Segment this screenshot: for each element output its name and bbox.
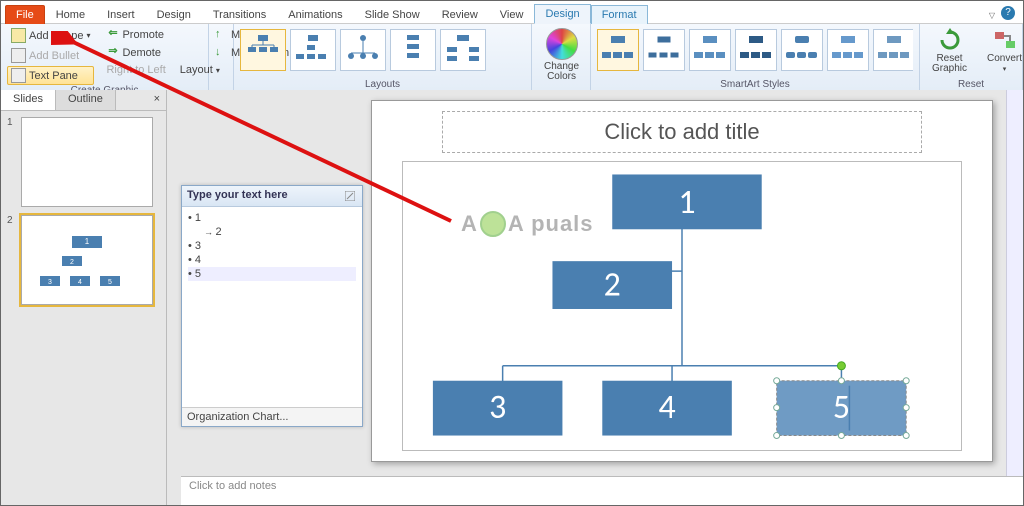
convert-icon <box>993 28 1017 52</box>
slide-mini <box>21 117 153 207</box>
tab-home[interactable]: Home <box>45 5 96 24</box>
notes-pane[interactable]: Click to add notes <box>181 476 1023 505</box>
side-close-button[interactable]: × <box>148 90 166 110</box>
text-pane-list[interactable]: 1 2 3 4 5 <box>182 211 362 281</box>
layouts-gallery[interactable] <box>240 26 486 74</box>
tab-smartart-format[interactable]: Format <box>591 5 648 24</box>
text-pane-close-icon[interactable] <box>343 189 357 203</box>
side-tabs: Slides Outline × <box>1 90 166 111</box>
svg-text:5: 5 <box>108 279 112 286</box>
tab-transitions[interactable]: Transitions <box>202 5 277 24</box>
tab-smartart-design[interactable]: Design <box>534 4 590 24</box>
layout-thumb[interactable] <box>390 29 436 71</box>
svg-text:4: 4 <box>78 279 82 286</box>
svg-text:3: 3 <box>489 387 506 428</box>
style-thumb[interactable] <box>781 29 823 71</box>
demote-button[interactable]: ⇒Demote <box>102 44 223 61</box>
add-shape-icon <box>11 28 26 43</box>
body-area: Slides Outline × 1 2 <box>1 90 1023 505</box>
convert-button[interactable]: Convert ▾ <box>981 26 1024 77</box>
vertical-scrollbar[interactable] <box>1006 90 1023 505</box>
svg-text:1: 1 <box>678 182 695 223</box>
arrow-down-icon: ↓ <box>215 46 228 59</box>
promote-button[interactable]: ⇐Promote <box>102 26 223 43</box>
style-thumb[interactable] <box>827 29 869 71</box>
group-label: Layouts <box>240 79 525 90</box>
slide-thumb-1[interactable]: 1 <box>7 117 160 207</box>
text-item[interactable]: 3 <box>188 239 356 253</box>
color-wheel-icon <box>546 28 578 60</box>
app-window: File Home Insert Design Transitions Anim… <box>0 0 1024 506</box>
slide-thumb-2[interactable]: 2 1 2 3 4 5 <box>7 215 160 305</box>
slide-number: 2 <box>7 215 17 305</box>
demote-icon: ⇒ <box>106 46 119 59</box>
group-reset: Reset Graphic Convert ▾ Reset <box>920 24 1023 90</box>
layout-thumb[interactable] <box>240 29 286 71</box>
add-bullet-button[interactable]: Add Bullet <box>7 46 94 65</box>
text-pane[interactable]: Type your text here 1 2 3 4 5 Organizati… <box>181 185 363 427</box>
style-thumb[interactable] <box>597 29 639 71</box>
svg-text:2: 2 <box>604 265 621 306</box>
promote-icon: ⇐ <box>106 28 119 41</box>
group-label: SmartArt Styles <box>597 79 913 90</box>
slide-number: 1 <box>7 117 17 207</box>
text-item[interactable]: 2 <box>188 225 356 239</box>
text-item[interactable]: 5 <box>188 267 356 281</box>
text-item[interactable]: 4 <box>188 253 356 267</box>
svg-text:5: 5 <box>833 387 850 428</box>
text-pane-footer[interactable]: Organization Chart... <box>182 407 362 426</box>
style-thumb[interactable] <box>873 29 913 71</box>
watermark: AA puals <box>461 211 594 237</box>
side-tab-outline[interactable]: Outline <box>56 90 116 110</box>
ribbon-minimize-icon[interactable]: ▽ <box>989 11 995 20</box>
svg-text:2: 2 <box>70 259 74 266</box>
tab-design[interactable]: Design <box>146 5 202 24</box>
change-colors-button[interactable]: Change Colors <box>538 26 585 84</box>
style-thumb[interactable] <box>689 29 731 71</box>
slide-thumbnail-list: 1 2 1 2 3 <box>1 111 166 319</box>
tab-view[interactable]: View <box>489 5 535 24</box>
slide-mini: 1 2 3 4 5 <box>21 215 153 305</box>
group-change-colors: Change Colors <box>532 24 591 90</box>
title-placeholder[interactable]: Click to add title <box>442 111 922 153</box>
slide-canvas[interactable]: Click to add title 1 2 <box>371 100 993 462</box>
svg-text:1: 1 <box>85 237 90 246</box>
reset-icon <box>938 28 962 52</box>
layout-thumb[interactable] <box>290 29 336 71</box>
tab-strip: File Home Insert Design Transitions Anim… <box>1 1 1023 24</box>
side-tab-slides[interactable]: Slides <box>1 90 56 110</box>
style-thumb[interactable] <box>735 29 777 71</box>
style-thumb[interactable] <box>643 29 685 71</box>
help-icon[interactable]: ? <box>1001 6 1015 20</box>
group-move: ↑Move Up ↓Move Down <box>209 24 234 90</box>
layout-thumb[interactable] <box>440 29 486 71</box>
text-pane-button[interactable]: Text Pane <box>7 66 94 85</box>
tab-animations[interactable]: Animations <box>277 5 353 24</box>
watermark-icon <box>480 211 506 237</box>
styles-gallery[interactable] <box>597 26 913 74</box>
svg-text:3: 3 <box>48 279 52 286</box>
reset-graphic-button[interactable]: Reset Graphic <box>926 26 973 76</box>
tab-file[interactable]: File <box>5 5 45 24</box>
bullet-icon <box>11 48 26 63</box>
text-pane-icon <box>11 68 26 83</box>
tab-review[interactable]: Review <box>431 5 489 24</box>
group-layouts: Layouts <box>234 24 532 90</box>
rtl-button[interactable]: Right to Left <box>102 62 169 78</box>
group-label: Reset <box>926 79 1016 90</box>
text-pane-title: Type your text here <box>187 189 288 203</box>
tab-insert[interactable]: Insert <box>96 5 146 24</box>
group-create-graphic: Add Shape▾ Add Bullet Text Pane ⇐Promote… <box>1 24 209 90</box>
text-pane-header[interactable]: Type your text here <box>182 186 362 207</box>
add-shape-button[interactable]: Add Shape▾ <box>7 26 94 45</box>
tab-slideshow[interactable]: Slide Show <box>354 5 431 24</box>
arrow-up-icon: ↑ <box>215 28 228 41</box>
ribbon: Add Shape▾ Add Bullet Text Pane ⇐Promote… <box>1 24 1023 91</box>
text-item[interactable]: 1 <box>188 211 356 225</box>
slides-panel: Slides Outline × 1 2 <box>1 90 167 505</box>
smartart-graphic[interactable]: 1 2 3 4 5 <box>402 161 962 451</box>
group-smartart-styles: SmartArt Styles <box>591 24 920 90</box>
svg-text:4: 4 <box>658 387 675 428</box>
layout-thumb[interactable] <box>340 29 386 71</box>
